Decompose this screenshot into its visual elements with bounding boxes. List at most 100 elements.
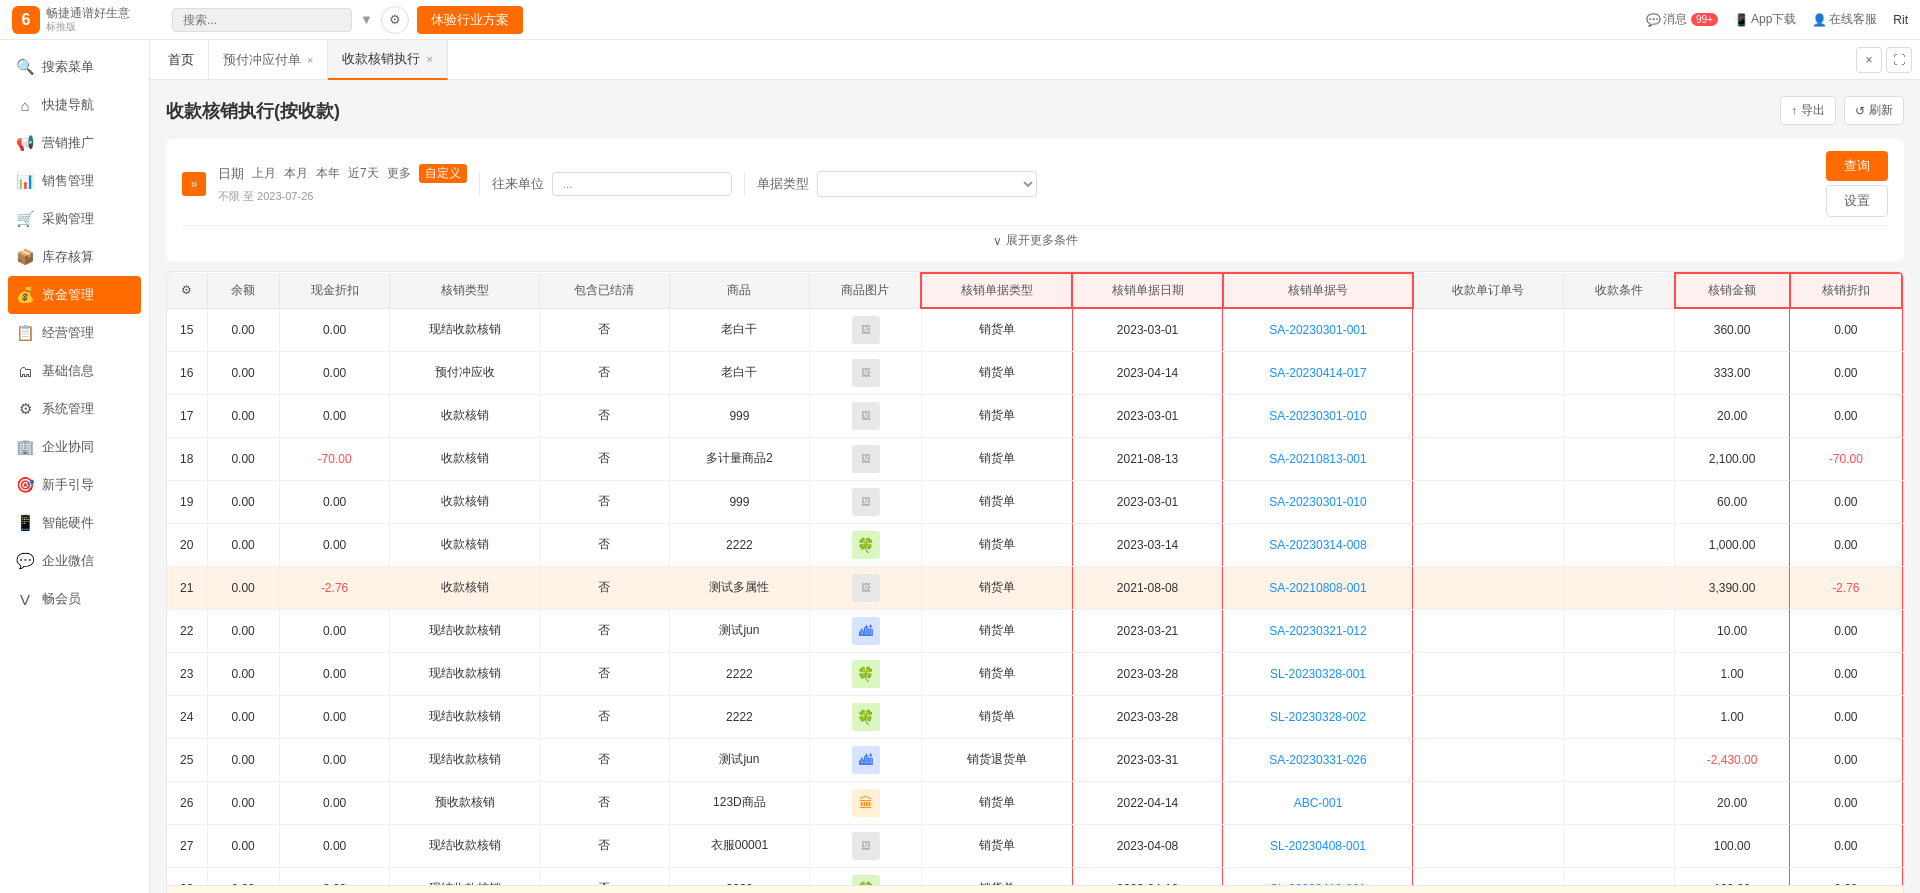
- td-cancel-type: 预收款核销: [390, 781, 539, 824]
- th-index: ⚙: [167, 273, 207, 308]
- bill-no-link[interactable]: SL-20230418-001: [1270, 882, 1366, 886]
- layout: 🔍 搜索菜单 ⌂ 快捷导航 📢 营销推广 📊 销售管理 🛒 采购管理 📦 库存核…: [0, 40, 1920, 893]
- table-container[interactable]: ⚙ 余额 现金折扣 核销类型 包含已结清 商品 商品图片 核销单据类型 核销单据…: [167, 272, 1903, 885]
- sidebar-item-marketing[interactable]: 📢 营销推广: [0, 124, 149, 162]
- bill-no-link[interactable]: SA-20230301-010: [1269, 495, 1366, 509]
- filter-toggle-btn[interactable]: »: [182, 172, 206, 196]
- tab-fullscreen-btn[interactable]: ⛶: [1886, 47, 1912, 73]
- notification-area[interactable]: 💬 消息 99+: [1646, 11, 1718, 28]
- sidebar-item-purchase[interactable]: 🛒 采购管理: [0, 200, 149, 238]
- bill-no-link[interactable]: SA-20230301-010: [1269, 409, 1366, 423]
- td-cancel-discount: -70.00: [1790, 437, 1902, 480]
- sidebar-item-enterprise[interactable]: 🏢 企业协同: [0, 428, 149, 466]
- sidebar-item-search-menu[interactable]: 🔍 搜索菜单: [0, 48, 149, 86]
- td-cancel-bill-no: SL-20230328-002: [1223, 695, 1413, 738]
- bill-no-link[interactable]: SA-20230414-017: [1269, 366, 1366, 380]
- receipt-type-select[interactable]: [817, 171, 1037, 197]
- bill-no-link[interactable]: SA-20230314-008: [1269, 538, 1366, 552]
- download-icon: 📱: [1734, 13, 1749, 27]
- td-cancel-discount: 0.00: [1790, 480, 1902, 523]
- td-receipt-condition: [1563, 523, 1675, 566]
- td-cancel-amount: 1.00: [1675, 652, 1790, 695]
- date-link-this-month[interactable]: 本月: [284, 165, 308, 182]
- bill-no-link[interactable]: SL-20230328-002: [1270, 710, 1366, 724]
- td-cancel-type: 收款核销: [390, 394, 539, 437]
- page-content: 收款核销执行(按收款) ↑ 导出 ↺ 刷新 »: [150, 80, 1920, 893]
- bill-no-link[interactable]: SA-20230331-026: [1269, 753, 1366, 767]
- date-link-this-year[interactable]: 本年: [316, 165, 340, 182]
- date-link-last-month[interactable]: 上月: [252, 165, 276, 182]
- td-index: 16: [167, 351, 207, 394]
- app-download[interactable]: 📱 App下载: [1734, 11, 1796, 28]
- td-balance: 0.00: [207, 609, 279, 652]
- date-link-more[interactable]: 更多: [387, 165, 411, 182]
- td-goods: 老白干: [669, 308, 810, 351]
- td-index: 28: [167, 867, 207, 885]
- sidebar-item-system[interactable]: ⚙ 系统管理: [0, 390, 149, 428]
- export-btn[interactable]: ↑ 导出: [1780, 96, 1836, 125]
- bill-no-link[interactable]: SA-20210808-001: [1269, 581, 1366, 595]
- sidebar-item-sales[interactable]: 📊 销售管理: [0, 162, 149, 200]
- top-bar-right: 💬 消息 99+ 📱 App下载 👤 在线客服 Rit: [1646, 11, 1908, 28]
- td-include-settled: 否: [539, 351, 669, 394]
- sidebar-item-biz[interactable]: 📋 经营管理: [0, 314, 149, 352]
- from-unit-input[interactable]: [552, 172, 732, 196]
- refresh-btn[interactable]: ↺ 刷新: [1844, 96, 1904, 125]
- sidebar-item-fund[interactable]: 💰 资金管理: [8, 276, 141, 314]
- tab-receive-cancel[interactable]: 收款核销执行 ×: [328, 40, 447, 80]
- td-cancel-amount: 10.00: [1675, 609, 1790, 652]
- table-settings-btn[interactable]: 设置: [1826, 185, 1888, 217]
- data-table: ⚙ 余额 现金折扣 核销类型 包含已结清 商品 商品图片 核销单据类型 核销单据…: [167, 272, 1903, 885]
- table-row: 16 0.00 0.00 预付冲应收 否 老白干 🖼 销货单 2023-04-1…: [167, 351, 1902, 394]
- date-link-custom[interactable]: 自定义: [419, 164, 467, 183]
- tab-prepay[interactable]: 预付冲应付单 ×: [209, 40, 328, 80]
- sidebar-item-quick-nav[interactable]: ⌂ 快捷导航: [0, 86, 149, 124]
- user-label[interactable]: Rit: [1893, 13, 1908, 27]
- tab-close-btn[interactable]: ×: [1856, 47, 1882, 73]
- sidebar-item-weixin[interactable]: 💬 企业微信: [0, 542, 149, 580]
- tab-prepay-close[interactable]: ×: [307, 54, 313, 66]
- td-cash-discount: 0.00: [279, 867, 390, 885]
- td-goods-img: 🏙: [810, 609, 922, 652]
- expand-conditions-btn[interactable]: ∨ 展开更多条件: [993, 232, 1078, 249]
- settings-icon[interactable]: ⚙: [181, 283, 192, 297]
- online-service[interactable]: 👤 在线客服: [1812, 11, 1877, 28]
- td-cancel-bill-no: SA-20230414-017: [1223, 351, 1413, 394]
- td-cancel-bill-type: 销货退货单: [921, 738, 1072, 781]
- bill-no-link[interactable]: SL-20230328-001: [1270, 667, 1366, 681]
- query-btn[interactable]: 查询: [1826, 151, 1888, 181]
- bill-no-link[interactable]: SA-20230321-012: [1269, 624, 1366, 638]
- td-cancel-bill-date: 2023-04-14: [1072, 351, 1223, 394]
- td-goods: 999: [669, 480, 810, 523]
- sidebar-item-smart-hw[interactable]: 📱 智能硬件: [0, 504, 149, 542]
- td-cancel-type: 收款核销: [390, 566, 539, 609]
- td-cancel-bill-type: 销货单: [921, 652, 1072, 695]
- date-label: 日期: [218, 165, 244, 183]
- bill-no-link[interactable]: SL-20230408-001: [1270, 839, 1366, 853]
- bill-no-link[interactable]: ABC-001: [1294, 796, 1343, 810]
- th-receipt-condition: 收款条件: [1563, 273, 1675, 308]
- th-receipt-order-no: 收款单订单号: [1413, 273, 1563, 308]
- td-receipt-condition: [1563, 566, 1675, 609]
- th-goods-img: 商品图片: [810, 273, 922, 308]
- dropdown-icon[interactable]: ▼: [360, 12, 373, 27]
- table-row: 27 0.00 0.00 现结收款核销 否 衣服00001 🖼 销货单 2023…: [167, 824, 1902, 867]
- td-receipt-order-no: [1413, 566, 1563, 609]
- date-link-7days[interactable]: 近7天: [348, 165, 379, 182]
- td-cancel-bill-date: 2023-03-01: [1072, 394, 1223, 437]
- top-search-input[interactable]: [172, 8, 352, 32]
- td-cancel-bill-date: 2023-03-01: [1072, 308, 1223, 351]
- sidebar-item-basic[interactable]: 🗂 基础信息: [0, 352, 149, 390]
- tab-home[interactable]: 首页: [154, 40, 209, 80]
- tab-receive-cancel-close[interactable]: ×: [426, 53, 432, 65]
- td-index: 27: [167, 824, 207, 867]
- settings-icon[interactable]: ⚙: [381, 6, 409, 34]
- td-cancel-amount: 20.00: [1675, 781, 1790, 824]
- industry-btn[interactable]: 休验行业方案: [417, 6, 523, 34]
- sidebar-item-inventory[interactable]: 📦 库存核算: [0, 238, 149, 276]
- td-cancel-amount: 1,000.00: [1675, 523, 1790, 566]
- sidebar-item-vip[interactable]: V 畅会员: [0, 580, 149, 618]
- bill-no-link[interactable]: SA-20210813-001: [1269, 452, 1366, 466]
- bill-no-link[interactable]: SA-20230301-001: [1269, 323, 1366, 337]
- sidebar-item-guide[interactable]: 🎯 新手引导: [0, 466, 149, 504]
